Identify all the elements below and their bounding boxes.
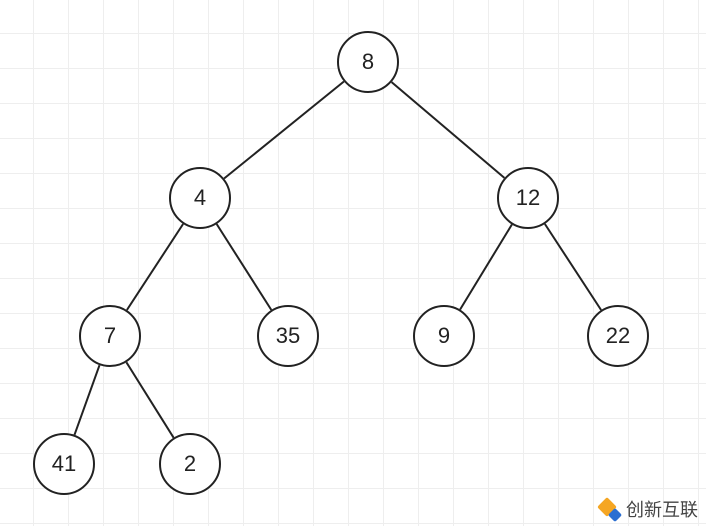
tree-node: 41 <box>33 433 95 495</box>
tree-node: 35 <box>257 305 319 367</box>
tree-node: 12 <box>497 167 559 229</box>
tree-node: 2 <box>159 433 221 495</box>
tree-node-value: 8 <box>362 49 374 75</box>
tree-edge <box>126 362 173 437</box>
tree-node-value: 12 <box>516 185 540 211</box>
tree-edge <box>224 82 344 179</box>
tree-node-value: 2 <box>184 451 196 477</box>
tree-edge <box>75 365 100 435</box>
tree-node: 8 <box>337 31 399 93</box>
watermark-text: 创新互联 <box>626 496 698 522</box>
tree-edge <box>217 224 272 310</box>
tree-node-value: 4 <box>194 185 206 211</box>
tree-edge <box>392 82 505 178</box>
tree-node: 22 <box>587 305 649 367</box>
tree-edge <box>460 225 512 310</box>
tree-node: 4 <box>169 167 231 229</box>
tree-node: 7 <box>79 305 141 367</box>
tree-node: 9 <box>413 305 475 367</box>
tree-node-value: 7 <box>104 323 116 349</box>
tree-node-value: 22 <box>606 323 630 349</box>
tree-node-value: 35 <box>276 323 300 349</box>
tree-edge <box>127 224 183 310</box>
watermark: 创新互联 <box>598 496 698 522</box>
diagram-canvas: 8412735922412 创新互联 <box>0 0 706 526</box>
tree-node-value: 9 <box>438 323 450 349</box>
tree-edge <box>545 224 601 310</box>
watermark-logo-icon <box>598 498 620 520</box>
tree-node-value: 41 <box>52 451 76 477</box>
